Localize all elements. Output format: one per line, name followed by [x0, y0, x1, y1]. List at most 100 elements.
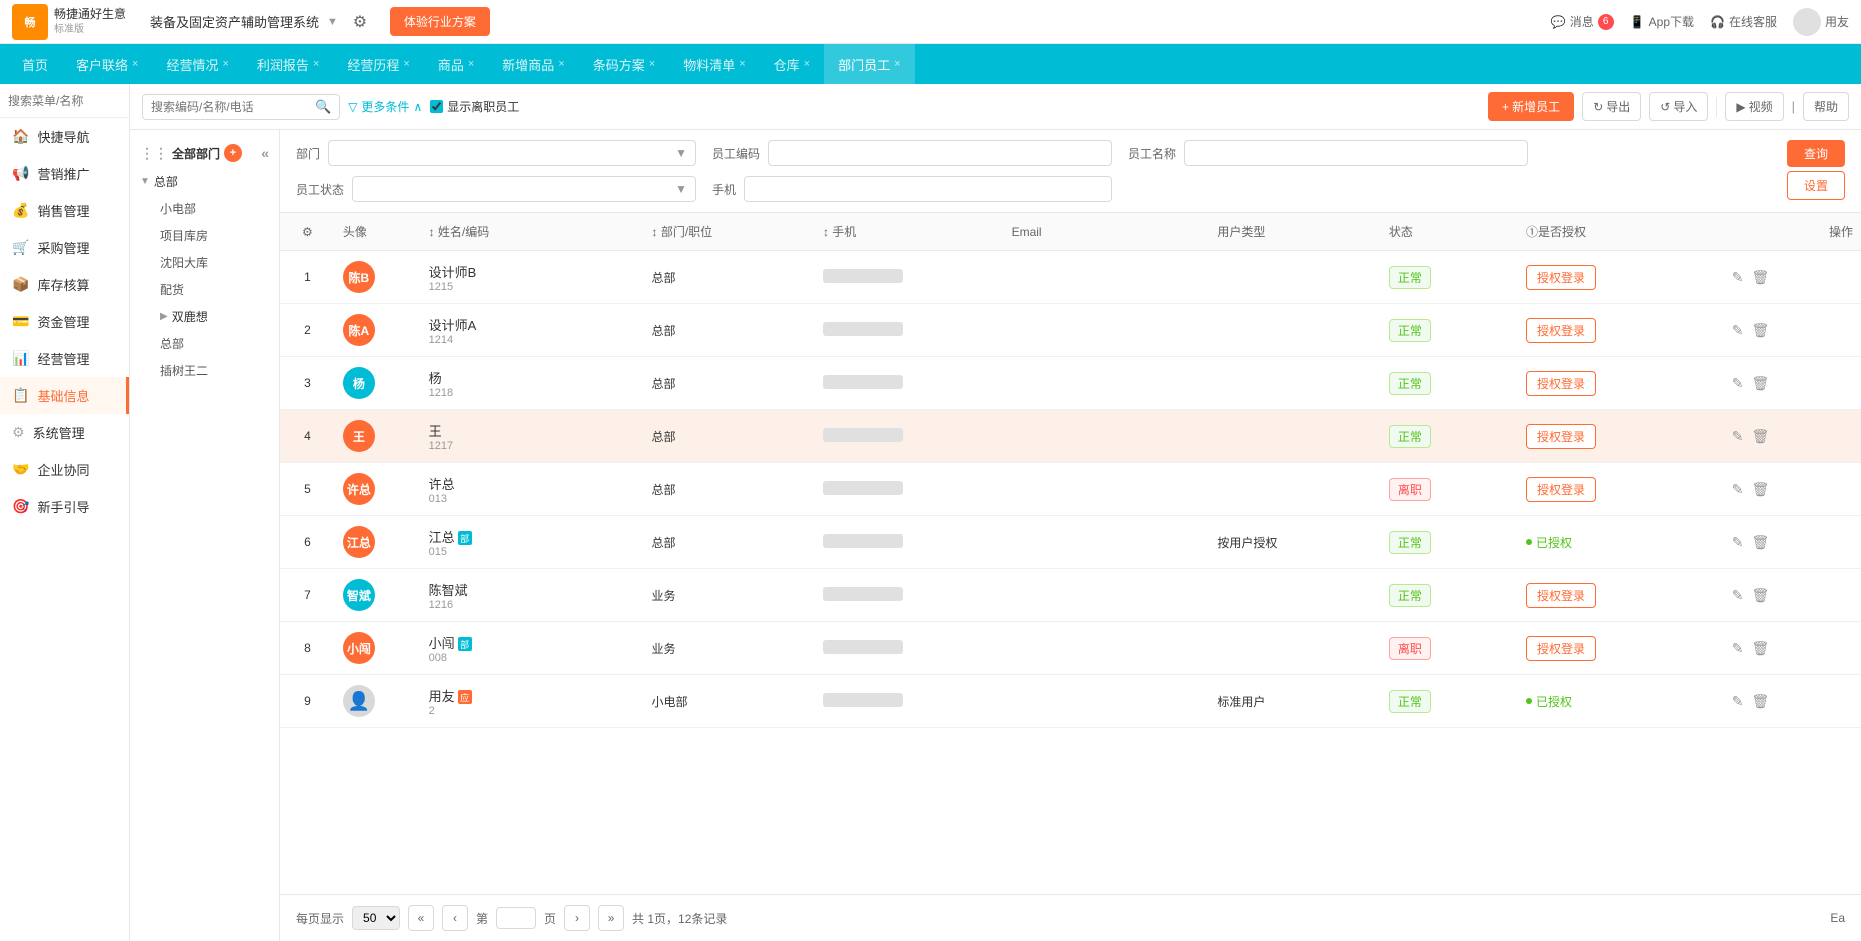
add-dept-button[interactable]: + — [224, 144, 242, 162]
edit-icon[interactable]: ✎ — [1732, 534, 1744, 551]
add-employee-button[interactable]: + 新增员工 — [1488, 92, 1574, 121]
delete-icon[interactable]: 🗑 — [1751, 269, 1769, 286]
delete-icon[interactable]: 🗑 — [1751, 375, 1769, 392]
delete-icon[interactable]: 🗑 — [1751, 534, 1769, 551]
emp-code-input[interactable] — [768, 140, 1112, 166]
edit-icon[interactable]: ✎ — [1732, 375, 1744, 392]
authorize-button[interactable]: 授权登录 — [1526, 371, 1596, 396]
last-page-btn[interactable]: » — [598, 905, 624, 931]
sidebar-item-inventory[interactable]: 📦 库存核算 — [0, 266, 129, 303]
tab-profit[interactable]: 利润报告× — [243, 44, 333, 84]
dept-shuangluxiang[interactable]: ▶ 双鹿想 — [130, 303, 279, 330]
close-barcode-tab[interactable]: × — [649, 58, 655, 70]
sidebar-item-finance[interactable]: 💳 资金管理 — [0, 303, 129, 340]
prev-page-btn[interactable]: ‹ — [442, 905, 468, 931]
query-button[interactable]: 查询 — [1787, 140, 1845, 167]
sidebar-item-sales[interactable]: 💰 销售管理 — [0, 192, 129, 229]
tab-bom[interactable]: 物料清单× — [669, 44, 759, 84]
dept-item-chashuwang[interactable]: 插树王二 — [130, 357, 279, 384]
emp-name-input[interactable] — [1184, 140, 1528, 166]
sidebar-item-guide[interactable]: 🎯 新手引导 — [0, 488, 129, 525]
tab-warehouse[interactable]: 仓库× — [760, 44, 824, 84]
tab-goods[interactable]: 商品× — [424, 44, 488, 84]
sidebar-item-marketing[interactable]: 📢 营销推广 — [0, 155, 129, 192]
import-button[interactable]: ↺ 导入 — [1649, 92, 1708, 121]
message-item[interactable]: 💬 消息 6 — [1551, 13, 1614, 30]
authorize-button[interactable]: 授权登录 — [1526, 318, 1596, 343]
more-conditions-btn[interactable]: ▽ 更多条件 ∧ — [348, 98, 422, 115]
app-download-item[interactable]: 📱 App下载 — [1630, 13, 1694, 30]
close-add-goods-tab[interactable]: × — [558, 58, 564, 70]
edit-icon[interactable]: ✎ — [1732, 587, 1744, 604]
delete-icon[interactable]: 🗑 — [1751, 322, 1769, 339]
emp-status-select[interactable]: ▼ — [352, 176, 696, 202]
dept-filter-select[interactable]: ▼ — [328, 140, 696, 166]
close-warehouse-tab[interactable]: × — [804, 58, 810, 70]
collapse-dept-btn[interactable]: « — [261, 145, 269, 161]
close-staff-tab[interactable]: × — [894, 58, 900, 70]
edit-icon[interactable]: ✎ — [1732, 269, 1744, 286]
authorize-button[interactable]: 授权登录 — [1526, 636, 1596, 661]
tab-staff[interactable]: 部门员工× — [824, 44, 914, 84]
th-dept[interactable]: ↕ 部门/职位 — [644, 213, 815, 251]
tab-history[interactable]: 经营历程× — [333, 44, 423, 84]
export-button[interactable]: ↻ 导出 — [1582, 92, 1641, 121]
dept-item-xiaodibu[interactable]: 小电部 — [130, 195, 279, 222]
th-name[interactable]: ↕ 姓名/编码 — [421, 213, 644, 251]
edit-icon[interactable]: ✎ — [1732, 640, 1744, 657]
next-page-btn[interactable]: › — [564, 905, 590, 931]
close-bom-tab[interactable]: × — [739, 58, 745, 70]
tab-add-goods[interactable]: 新增商品× — [488, 44, 578, 84]
close-goods-tab[interactable]: × — [468, 58, 474, 70]
sidebar-item-quick-nav[interactable]: 🏠 快捷导航 — [0, 118, 129, 155]
delete-icon[interactable]: 🗑 — [1751, 481, 1769, 498]
search-input[interactable] — [151, 100, 311, 114]
show-resigned-toggle[interactable]: 显示离职员工 — [430, 98, 519, 115]
authorize-button[interactable]: 授权登录 — [1526, 583, 1596, 608]
reset-button[interactable]: 设置 — [1787, 171, 1845, 200]
show-resigned-checkbox[interactable] — [430, 100, 443, 113]
sidebar-item-basic[interactable]: 📋 基础信息 — [0, 377, 129, 414]
edit-icon[interactable]: ✎ — [1732, 693, 1744, 710]
edit-icon[interactable]: ✎ — [1732, 322, 1744, 339]
video-button[interactable]: ▶ 视频 — [1725, 92, 1783, 121]
settings-icon[interactable]: ⚙ — [346, 8, 374, 36]
th-phone[interactable]: ↕ 手机 — [815, 213, 1004, 251]
user-item[interactable]: 用友 — [1793, 8, 1849, 36]
help-button[interactable]: 帮助 — [1803, 92, 1849, 121]
tab-barcode[interactable]: 条码方案× — [579, 44, 669, 84]
authorize-button[interactable]: 授权登录 — [1526, 424, 1596, 449]
tab-customer[interactable]: 客户联络× — [62, 44, 152, 84]
sidebar-search-input[interactable] — [8, 94, 130, 108]
edit-icon[interactable]: ✎ — [1732, 481, 1744, 498]
close-operation-tab[interactable]: × — [222, 58, 228, 70]
close-history-tab[interactable]: × — [403, 58, 409, 70]
sidebar-item-system[interactable]: ⚙ 系统管理 — [0, 414, 129, 451]
delete-icon[interactable]: 🗑 — [1751, 640, 1769, 657]
dept-item-zongbu[interactable]: 总部 — [130, 330, 279, 357]
delete-icon[interactable]: 🗑 — [1751, 693, 1769, 710]
sidebar-item-purchase[interactable]: 🛒 采购管理 — [0, 229, 129, 266]
page-number-input[interactable]: 1 — [496, 907, 536, 929]
sidebar-item-collab[interactable]: 🤝 企业协同 — [0, 451, 129, 488]
delete-icon[interactable]: 🗑 — [1751, 428, 1769, 445]
dept-item-peihu[interactable]: 配货 — [130, 276, 279, 303]
online-service-item[interactable]: 🎧 在线客服 — [1710, 13, 1777, 30]
sidebar-item-business[interactable]: 📊 经营管理 — [0, 340, 129, 377]
delete-icon[interactable]: 🗑 — [1751, 587, 1769, 604]
dept-item-shenyang[interactable]: 沈阳大库 — [130, 249, 279, 276]
tab-operation[interactable]: 经营情况× — [152, 44, 242, 84]
close-customer-tab[interactable]: × — [132, 58, 138, 70]
dept-hq-header[interactable]: ▼ 总部 — [130, 168, 279, 195]
authorize-button[interactable]: 授权登录 — [1526, 265, 1596, 290]
close-profit-tab[interactable]: × — [313, 58, 319, 70]
first-page-btn[interactable]: « — [408, 905, 434, 931]
system-dropdown-icon[interactable]: ▼ — [327, 16, 338, 28]
page-size-select[interactable]: 50 — [352, 906, 400, 930]
th-settings[interactable]: ⚙ — [280, 213, 335, 251]
trial-button[interactable]: 体验行业方案 — [390, 7, 490, 36]
authorize-button[interactable]: 授权登录 — [1526, 477, 1596, 502]
phone-input[interactable] — [744, 176, 1112, 202]
edit-icon[interactable]: ✎ — [1732, 428, 1744, 445]
tab-home[interactable]: 首页 — [8, 44, 62, 84]
